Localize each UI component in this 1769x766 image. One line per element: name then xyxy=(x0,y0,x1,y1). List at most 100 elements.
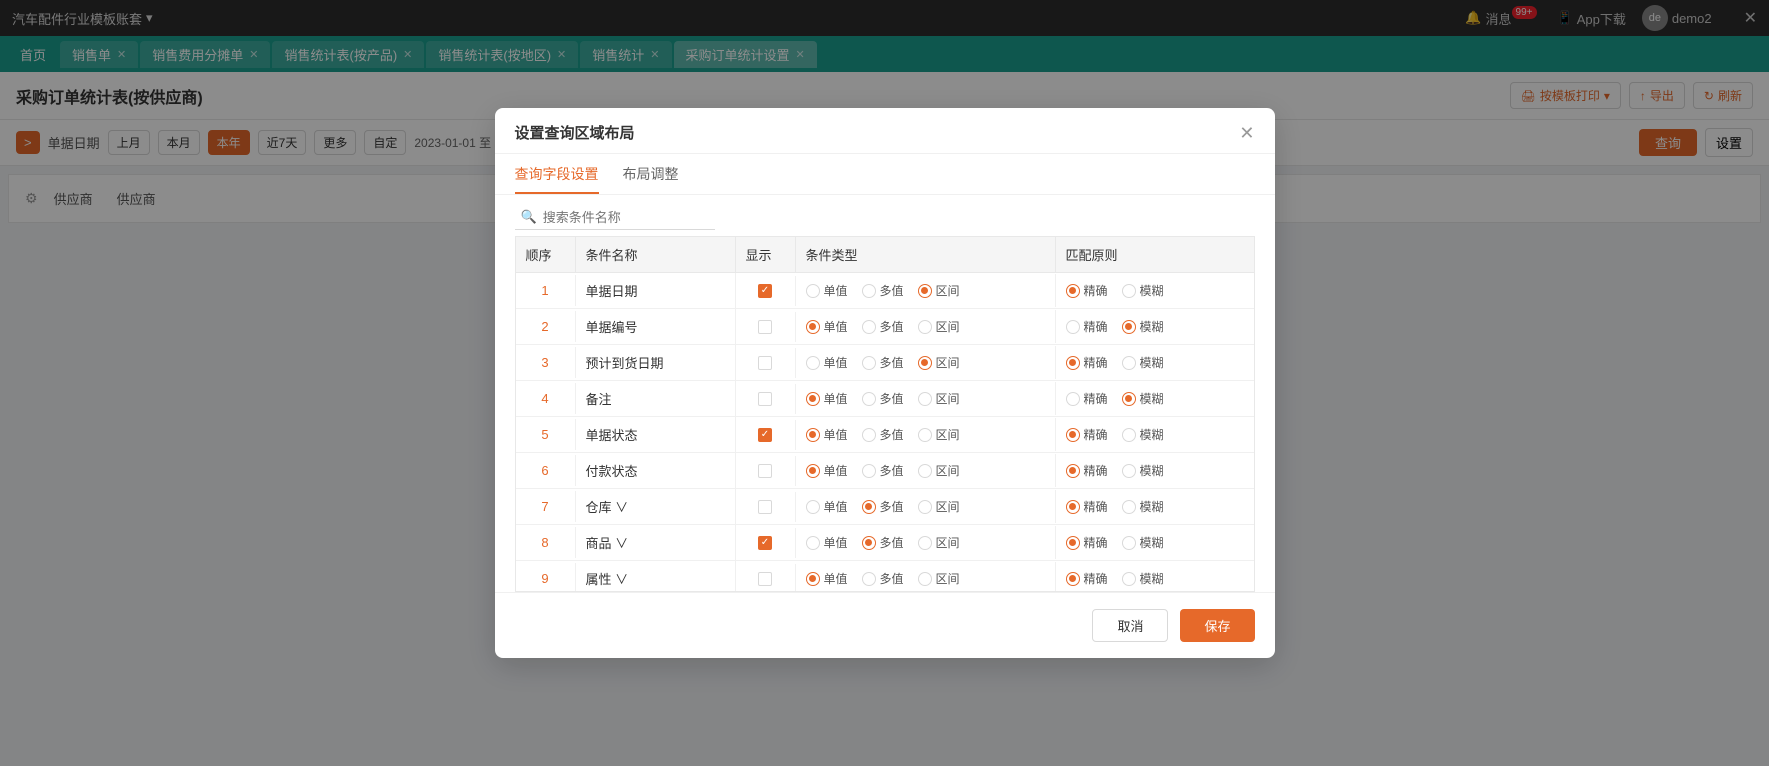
radio-circle-type-区间[interactable] xyxy=(918,428,932,442)
type-radio-单值[interactable]: 单值 xyxy=(806,462,848,479)
radio-circle-type-多值[interactable] xyxy=(862,392,876,406)
radio-circle-type-单值[interactable] xyxy=(806,464,820,478)
match-radio-模糊[interactable]: 模糊 xyxy=(1122,426,1164,443)
match-radio-精确[interactable]: 精确 xyxy=(1066,354,1108,371)
type-radio-多值[interactable]: 多值 xyxy=(862,282,904,299)
dialog-close-btn[interactable]: ✕ xyxy=(1239,124,1254,142)
type-radio-单值[interactable]: 单值 xyxy=(806,390,848,407)
type-radio-区间[interactable]: 区间 xyxy=(918,570,960,587)
match-radio-精确[interactable]: 精确 xyxy=(1066,498,1108,515)
type-radio-多值[interactable]: 多值 xyxy=(862,498,904,515)
radio-circle-type-多值[interactable] xyxy=(862,536,876,550)
radio-circle-type-区间[interactable] xyxy=(918,500,932,514)
radio-circle-match-精确[interactable] xyxy=(1066,392,1080,406)
tab-query-fields[interactable]: 查询字段设置 xyxy=(515,154,599,194)
radio-circle-type-区间[interactable] xyxy=(918,572,932,586)
radio-circle-match-精确[interactable] xyxy=(1066,464,1080,478)
cell-display-8[interactable] xyxy=(736,564,796,593)
radio-circle-match-模糊[interactable] xyxy=(1122,428,1136,442)
match-radio-精确[interactable]: 精确 xyxy=(1066,426,1108,443)
cell-display-1[interactable] xyxy=(736,312,796,342)
radio-circle-match-模糊[interactable] xyxy=(1122,536,1136,550)
radio-circle-type-单值[interactable] xyxy=(806,500,820,514)
match-radio-模糊[interactable]: 模糊 xyxy=(1122,498,1164,515)
radio-circle-type-多值[interactable] xyxy=(862,500,876,514)
type-radio-区间[interactable]: 区间 xyxy=(918,534,960,551)
radio-circle-match-模糊[interactable] xyxy=(1122,320,1136,334)
radio-circle-match-精确[interactable] xyxy=(1066,284,1080,298)
radio-circle-match-模糊[interactable] xyxy=(1122,500,1136,514)
radio-circle-match-模糊[interactable] xyxy=(1122,572,1136,586)
radio-circle-type-区间[interactable] xyxy=(918,536,932,550)
cell-display-0[interactable] xyxy=(736,276,796,306)
radio-circle-type-单值[interactable] xyxy=(806,392,820,406)
match-radio-精确[interactable]: 精确 xyxy=(1066,534,1108,551)
radio-circle-match-精确[interactable] xyxy=(1066,356,1080,370)
cell-display-6[interactable] xyxy=(736,492,796,522)
radio-circle-match-精确[interactable] xyxy=(1066,500,1080,514)
radio-circle-type-区间[interactable] xyxy=(918,392,932,406)
match-radio-模糊[interactable]: 模糊 xyxy=(1122,282,1164,299)
type-radio-单值[interactable]: 单值 xyxy=(806,534,848,551)
display-checkbox-7[interactable] xyxy=(758,536,772,550)
cell-display-7[interactable] xyxy=(736,528,796,558)
match-radio-精确[interactable]: 精确 xyxy=(1066,570,1108,587)
type-radio-区间[interactable]: 区间 xyxy=(918,390,960,407)
radio-circle-type-区间[interactable] xyxy=(918,464,932,478)
match-radio-精确[interactable]: 精确 xyxy=(1066,462,1108,479)
radio-circle-type-多值[interactable] xyxy=(862,428,876,442)
type-radio-多值[interactable]: 多值 xyxy=(862,462,904,479)
match-radio-模糊[interactable]: 模糊 xyxy=(1122,570,1164,587)
display-checkbox-1[interactable] xyxy=(758,320,772,334)
type-radio-区间[interactable]: 区间 xyxy=(918,498,960,515)
cancel-btn[interactable]: 取消 xyxy=(1092,609,1168,642)
cell-display-2[interactable] xyxy=(736,348,796,378)
radio-circle-type-单值[interactable] xyxy=(806,320,820,334)
match-radio-模糊[interactable]: 模糊 xyxy=(1122,390,1164,407)
match-radio-精确[interactable]: 精确 xyxy=(1066,390,1108,407)
type-radio-单值[interactable]: 单值 xyxy=(806,498,848,515)
type-radio-区间[interactable]: 区间 xyxy=(918,462,960,479)
radio-circle-type-单值[interactable] xyxy=(806,356,820,370)
radio-circle-type-单值[interactable] xyxy=(806,536,820,550)
type-radio-区间[interactable]: 区间 xyxy=(918,354,960,371)
type-radio-多值[interactable]: 多值 xyxy=(862,318,904,335)
display-checkbox-6[interactable] xyxy=(758,500,772,514)
match-radio-模糊[interactable]: 模糊 xyxy=(1122,462,1164,479)
radio-circle-type-多值[interactable] xyxy=(862,320,876,334)
radio-circle-match-模糊[interactable] xyxy=(1122,464,1136,478)
radio-circle-type-区间[interactable] xyxy=(918,284,932,298)
radio-circle-type-单值[interactable] xyxy=(806,428,820,442)
match-radio-精确[interactable]: 精确 xyxy=(1066,282,1108,299)
type-radio-多值[interactable]: 多值 xyxy=(862,354,904,371)
type-radio-区间[interactable]: 区间 xyxy=(918,426,960,443)
type-radio-区间[interactable]: 区间 xyxy=(918,282,960,299)
radio-circle-type-多值[interactable] xyxy=(862,464,876,478)
type-radio-单值[interactable]: 单值 xyxy=(806,354,848,371)
radio-circle-type-单值[interactable] xyxy=(806,284,820,298)
radio-circle-type-区间[interactable] xyxy=(918,320,932,334)
radio-circle-type-单值[interactable] xyxy=(806,572,820,586)
type-radio-多值[interactable]: 多值 xyxy=(862,570,904,587)
type-radio-单值[interactable]: 单值 xyxy=(806,426,848,443)
display-checkbox-4[interactable] xyxy=(758,428,772,442)
radio-circle-type-多值[interactable] xyxy=(862,572,876,586)
type-radio-多值[interactable]: 多值 xyxy=(862,390,904,407)
display-checkbox-0[interactable] xyxy=(758,284,772,298)
type-radio-单值[interactable]: 单值 xyxy=(806,318,848,335)
match-radio-模糊[interactable]: 模糊 xyxy=(1122,534,1164,551)
cell-display-5[interactable] xyxy=(736,456,796,486)
cell-display-4[interactable] xyxy=(736,420,796,450)
display-checkbox-2[interactable] xyxy=(758,356,772,370)
radio-circle-match-精确[interactable] xyxy=(1066,536,1080,550)
type-radio-单值[interactable]: 单值 xyxy=(806,570,848,587)
type-radio-区间[interactable]: 区间 xyxy=(918,318,960,335)
display-checkbox-8[interactable] xyxy=(758,572,772,586)
type-radio-多值[interactable]: 多值 xyxy=(862,426,904,443)
display-checkbox-3[interactable] xyxy=(758,392,772,406)
search-input[interactable] xyxy=(543,210,703,225)
radio-circle-type-多值[interactable] xyxy=(862,356,876,370)
radio-circle-type-区间[interactable] xyxy=(918,356,932,370)
tab-layout-adjust[interactable]: 布局调整 xyxy=(623,154,679,194)
radio-circle-match-精确[interactable] xyxy=(1066,572,1080,586)
